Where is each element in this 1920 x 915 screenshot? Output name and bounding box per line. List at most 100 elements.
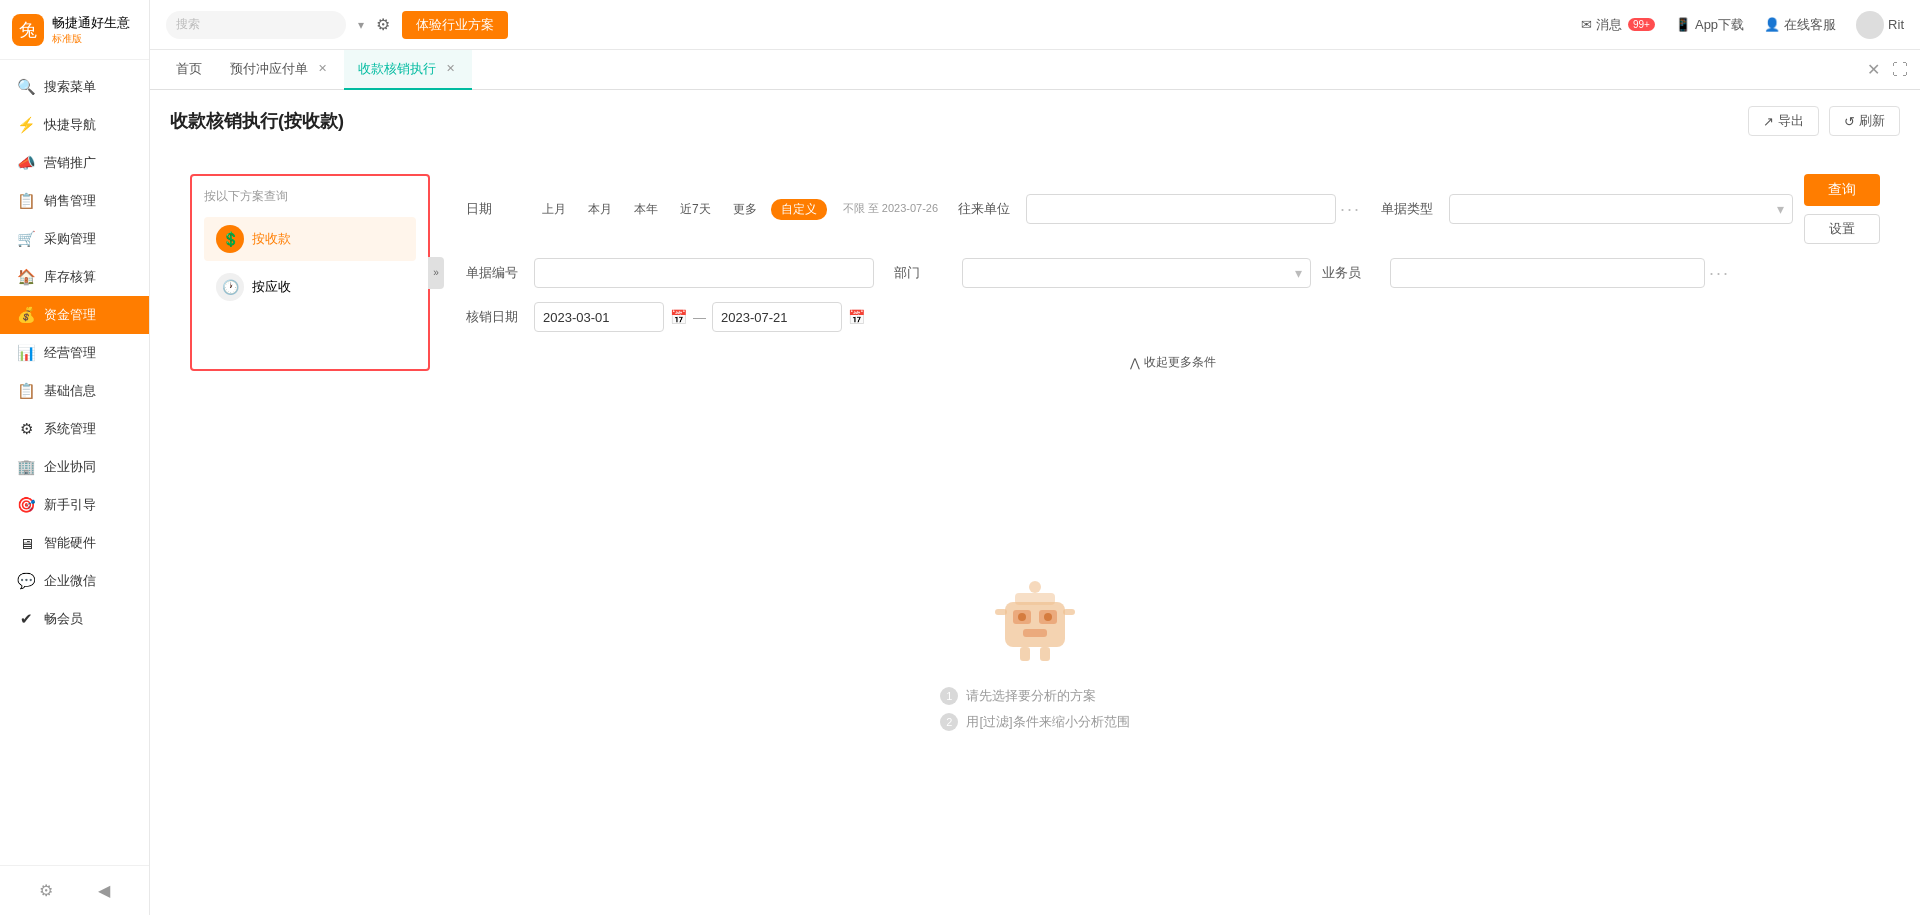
- operation-icon: 📊: [16, 344, 36, 362]
- sidebar-item-enterprise[interactable]: 🏢 企业协同: [0, 448, 149, 486]
- tab-prepay-close[interactable]: ✕: [314, 61, 330, 77]
- sidebar-item-marketing[interactable]: 📣 营销推广: [0, 144, 149, 182]
- export-icon: ↗: [1763, 114, 1774, 129]
- top-header: 搜索 ▾ ⚙ 体验行业方案 ✉ 消息 99+ 📱 App下载 👤 在线客服 Ri…: [150, 0, 1920, 50]
- sales-icon: 📋: [16, 192, 36, 210]
- query-panel-title: 按以下方案查询: [204, 188, 416, 205]
- tip-num-2: 2: [940, 713, 958, 731]
- counterparty-dots-icon[interactable]: ···: [1340, 199, 1361, 220]
- sidebar-item-inventory[interactable]: 🏠 库存核算: [0, 258, 149, 296]
- date-last-month[interactable]: 上月: [534, 199, 574, 220]
- collapse-sidebar-btn[interactable]: ◀: [98, 881, 110, 900]
- query-button[interactable]: 查询: [1804, 174, 1880, 206]
- industry-solution-button[interactable]: 体验行业方案: [402, 11, 508, 39]
- search-dropdown-icon[interactable]: ▾: [358, 18, 364, 32]
- guide-icon: 🎯: [16, 496, 36, 514]
- sidebar-item-sales[interactable]: 📋 销售管理: [0, 182, 149, 220]
- online-service-action[interactable]: 👤 在线客服: [1764, 16, 1836, 34]
- filter-area: 按以下方案查询 💲 按收款 🕐 按应收 »: [170, 158, 1900, 387]
- search-bar[interactable]: 搜索: [166, 11, 346, 39]
- logo-icon: 兔: [12, 14, 44, 46]
- app-icon: 📱: [1675, 17, 1691, 32]
- bill-type-field: 单据类型 ▾: [1381, 194, 1784, 224]
- sidebar-item-finance[interactable]: 💰 资金管理: [0, 296, 149, 334]
- finance-icon: 💰: [16, 306, 36, 324]
- svg-point-11: [1029, 581, 1041, 593]
- logo-area: 兔 畅捷通好生意 标准版: [0, 0, 149, 60]
- app-download-action[interactable]: 📱 App下载: [1675, 16, 1744, 34]
- enterprise-icon: 🏢: [16, 458, 36, 476]
- search-placeholder-text: 搜索: [176, 16, 200, 33]
- bill-no-input[interactable]: [534, 258, 874, 288]
- tip-text-2: 用[过滤]条件来缩小分析范围: [966, 709, 1129, 735]
- sidebar-item-basic[interactable]: 📋 基础信息: [0, 372, 149, 410]
- sidebar-label-inventory: 库存核算: [44, 268, 96, 286]
- date-this-month[interactable]: 本月: [580, 199, 620, 220]
- export-label: 导出: [1778, 112, 1804, 130]
- query-option-receipt[interactable]: 💲 按收款: [204, 217, 416, 261]
- sidebar-item-purchase[interactable]: 🛒 采购管理: [0, 220, 149, 258]
- sidebar-item-system[interactable]: ⚙ 系统管理: [0, 410, 149, 448]
- message-action[interactable]: ✉ 消息 99+: [1581, 16, 1655, 34]
- sidebar-label-basic: 基础信息: [44, 382, 96, 400]
- date-7-days[interactable]: 近7天: [672, 199, 719, 220]
- salesperson-input[interactable]: [1390, 258, 1705, 288]
- verify-date-end[interactable]: [712, 302, 842, 332]
- settings-gear-icon[interactable]: ⚙: [376, 15, 390, 34]
- bill-type-select[interactable]: [1449, 194, 1793, 224]
- date-this-year[interactable]: 本年: [626, 199, 666, 220]
- sidebar-item-quick[interactable]: ⚡ 快捷导航: [0, 106, 149, 144]
- sidebar-label-wechat: 企业微信: [44, 572, 96, 590]
- settings-bottom-icon[interactable]: ⚙: [39, 881, 53, 900]
- bill-no-field: 单据编号: [466, 258, 874, 288]
- sidebar-item-wechat[interactable]: 💬 企业微信: [0, 562, 149, 600]
- date-no-limit-text: 不限 至 2023-07-26: [843, 201, 938, 216]
- tab-home[interactable]: 首页: [162, 50, 216, 90]
- tab-fullscreen-icon[interactable]: ⛶: [1892, 61, 1908, 79]
- refresh-button[interactable]: ↺ 刷新: [1829, 106, 1900, 136]
- tab-receipt[interactable]: 收款核销执行 ✕: [344, 50, 472, 90]
- date-custom-tag[interactable]: 自定义: [771, 199, 827, 220]
- dept-select[interactable]: [962, 258, 1311, 288]
- basic-icon: 📋: [16, 382, 36, 400]
- empty-state: 1 请先选择要分析的方案 2 用[过滤]条件来缩小分析范围: [150, 387, 1920, 915]
- export-button[interactable]: ↗ 导出: [1748, 106, 1819, 136]
- sidebar-label-quick: 快捷导航: [44, 116, 96, 134]
- hardware-icon: 🖥: [16, 535, 36, 552]
- message-badge: 99+: [1628, 18, 1655, 31]
- receivable-option-label: 按应收: [252, 278, 291, 296]
- date-more[interactable]: 更多: [725, 199, 765, 220]
- date-label: 日期: [466, 200, 526, 218]
- sidebar-item-search[interactable]: 🔍 搜索菜单: [0, 68, 149, 106]
- collapse-more-label: 收起更多条件: [1144, 354, 1216, 371]
- query-option-receivable[interactable]: 🕐 按应收: [204, 265, 416, 309]
- sidebar-item-member[interactable]: ✔ 畅会员: [0, 600, 149, 638]
- collapse-chevron-icon: ⋀: [1130, 356, 1140, 370]
- verify-date-end-calendar-icon[interactable]: 📅: [848, 309, 865, 325]
- inventory-icon: 🏠: [16, 268, 36, 286]
- setting-button[interactable]: 设置: [1804, 214, 1880, 244]
- counterparty-input[interactable]: [1026, 194, 1336, 224]
- sidebar-label-enterprise: 企业协同: [44, 458, 96, 476]
- tab-prepay[interactable]: 预付冲应付单 ✕: [216, 50, 344, 90]
- user-profile-action[interactable]: Rit: [1856, 11, 1904, 39]
- sidebar-item-guide[interactable]: 🎯 新手引导: [0, 486, 149, 524]
- salesperson-dots-icon[interactable]: ···: [1709, 263, 1730, 284]
- verify-date-start-calendar-icon[interactable]: 📅: [670, 309, 687, 325]
- sidebar-item-operation[interactable]: 📊 经营管理: [0, 334, 149, 372]
- empty-content: 1 请先选择要分析的方案 2 用[过滤]条件来缩小分析范围: [940, 567, 1129, 735]
- header-right: ✉ 消息 99+ 📱 App下载 👤 在线客服 Rit: [1581, 11, 1904, 39]
- verify-date-start[interactable]: [534, 302, 664, 332]
- svg-rect-6: [1020, 647, 1030, 661]
- verify-date-label: 核销日期: [466, 308, 526, 326]
- sidebar-label-operation: 经营管理: [44, 344, 96, 362]
- collapse-panel-button[interactable]: »: [428, 257, 444, 289]
- tab-receipt-close[interactable]: ✕: [442, 61, 458, 77]
- sidebar-item-hardware[interactable]: 🖥 智能硬件: [0, 524, 149, 562]
- salesperson-field: 业务员 ···: [1322, 258, 1730, 288]
- dept-field: 部门 ▾: [894, 258, 1302, 288]
- tab-close-window-icon[interactable]: ✕: [1867, 60, 1880, 79]
- sidebar-label-marketing: 营销推广: [44, 154, 96, 172]
- sidebar-nav: 🔍 搜索菜单 ⚡ 快捷导航 📣 营销推广 📋 销售管理 🛒 采购管理 🏠 库存核…: [0, 60, 149, 865]
- collapse-more-button[interactable]: ⋀ 收起更多条件: [1130, 354, 1216, 371]
